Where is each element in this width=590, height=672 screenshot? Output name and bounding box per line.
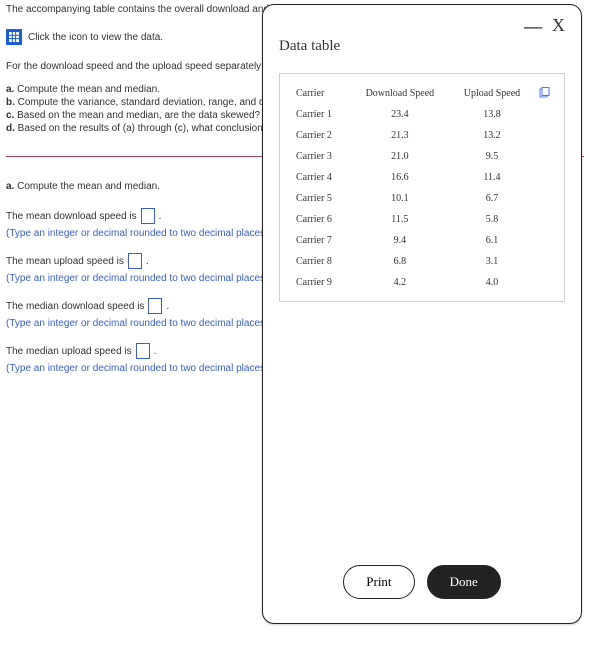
cell-download: 4.2: [350, 272, 450, 293]
cell-download: 10.1: [350, 188, 450, 209]
cell-carrier: Carrier 4: [290, 167, 350, 188]
cell-download: 16.6: [350, 167, 450, 188]
median-download-label: The median download speed is: [6, 301, 144, 312]
table-row: Carrier 510.16.7: [290, 188, 554, 209]
cell-upload: 3.1: [450, 251, 534, 272]
modal-title: Data table: [279, 38, 565, 55]
minimize-icon[interactable]: —: [524, 23, 542, 29]
table-row: Carrier 321.09.5: [290, 146, 554, 167]
cell-upload: 6.7: [450, 188, 534, 209]
cell-upload: 13.2: [450, 125, 534, 146]
col-download: Download Speed: [350, 82, 450, 104]
table-row: Carrier 123.413.8: [290, 104, 554, 125]
click-icon-text: Click the icon to view the data.: [28, 32, 163, 43]
cell-carrier: Carrier 1: [290, 104, 350, 125]
cell-carrier: Carrier 7: [290, 230, 350, 251]
cell-carrier: Carrier 6: [290, 209, 350, 230]
table-row: Carrier 86.83.1: [290, 251, 554, 272]
data-table: Carrier Download Speed Upload Speed Carr…: [279, 73, 565, 302]
done-button[interactable]: Done: [427, 565, 501, 599]
table-row: Carrier 94.24.0: [290, 272, 554, 293]
table-row: Carrier 79.46.1: [290, 230, 554, 251]
period: .: [166, 301, 169, 312]
median-upload-input[interactable]: [136, 343, 150, 359]
cell-upload: 4.0: [450, 272, 534, 293]
mean-upload-label: The mean upload speed is: [6, 256, 124, 267]
cell-download: 23.4: [350, 104, 450, 125]
table-icon[interactable]: [6, 29, 22, 45]
cell-download: 21.3: [350, 125, 450, 146]
print-button[interactable]: Print: [343, 565, 414, 599]
copy-icon[interactable]: [538, 87, 550, 99]
table-row: Carrier 221.313.2: [290, 125, 554, 146]
cell-upload: 5.8: [450, 209, 534, 230]
median-upload-label: The median upload speed is: [6, 346, 132, 357]
table-row: Carrier 416.611.4: [290, 167, 554, 188]
col-carrier: Carrier: [290, 82, 350, 104]
col-upload: Upload Speed: [450, 82, 534, 104]
cell-carrier: Carrier 9: [290, 272, 350, 293]
cell-carrier: Carrier 5: [290, 188, 350, 209]
table-row: Carrier 611.55.8: [290, 209, 554, 230]
cell-download: 6.8: [350, 251, 450, 272]
mean-download-input[interactable]: [141, 208, 155, 224]
cell-upload: 9.5: [450, 146, 534, 167]
cell-download: 9.4: [350, 230, 450, 251]
section-a-label: a.: [6, 181, 14, 192]
period: .: [146, 256, 149, 267]
close-icon[interactable]: X: [552, 15, 565, 36]
cell-carrier: Carrier 3: [290, 146, 350, 167]
mean-download-label: The mean download speed is: [6, 211, 137, 222]
median-download-input[interactable]: [148, 298, 162, 314]
cell-download: 11.5: [350, 209, 450, 230]
cell-upload: 11.4: [450, 167, 534, 188]
data-table-modal: — X Data table Carrier Download Speed Up…: [262, 4, 582, 624]
cell-upload: 6.1: [450, 230, 534, 251]
period: .: [159, 211, 162, 222]
cell-carrier: Carrier 8: [290, 251, 350, 272]
cell-download: 21.0: [350, 146, 450, 167]
mean-upload-input[interactable]: [128, 253, 142, 269]
cell-upload: 13.8: [450, 104, 534, 125]
section-a-text: Compute the mean and median.: [17, 181, 160, 192]
cell-carrier: Carrier 2: [290, 125, 350, 146]
part-a: Compute the mean and median.: [17, 84, 160, 95]
period: .: [154, 346, 157, 357]
